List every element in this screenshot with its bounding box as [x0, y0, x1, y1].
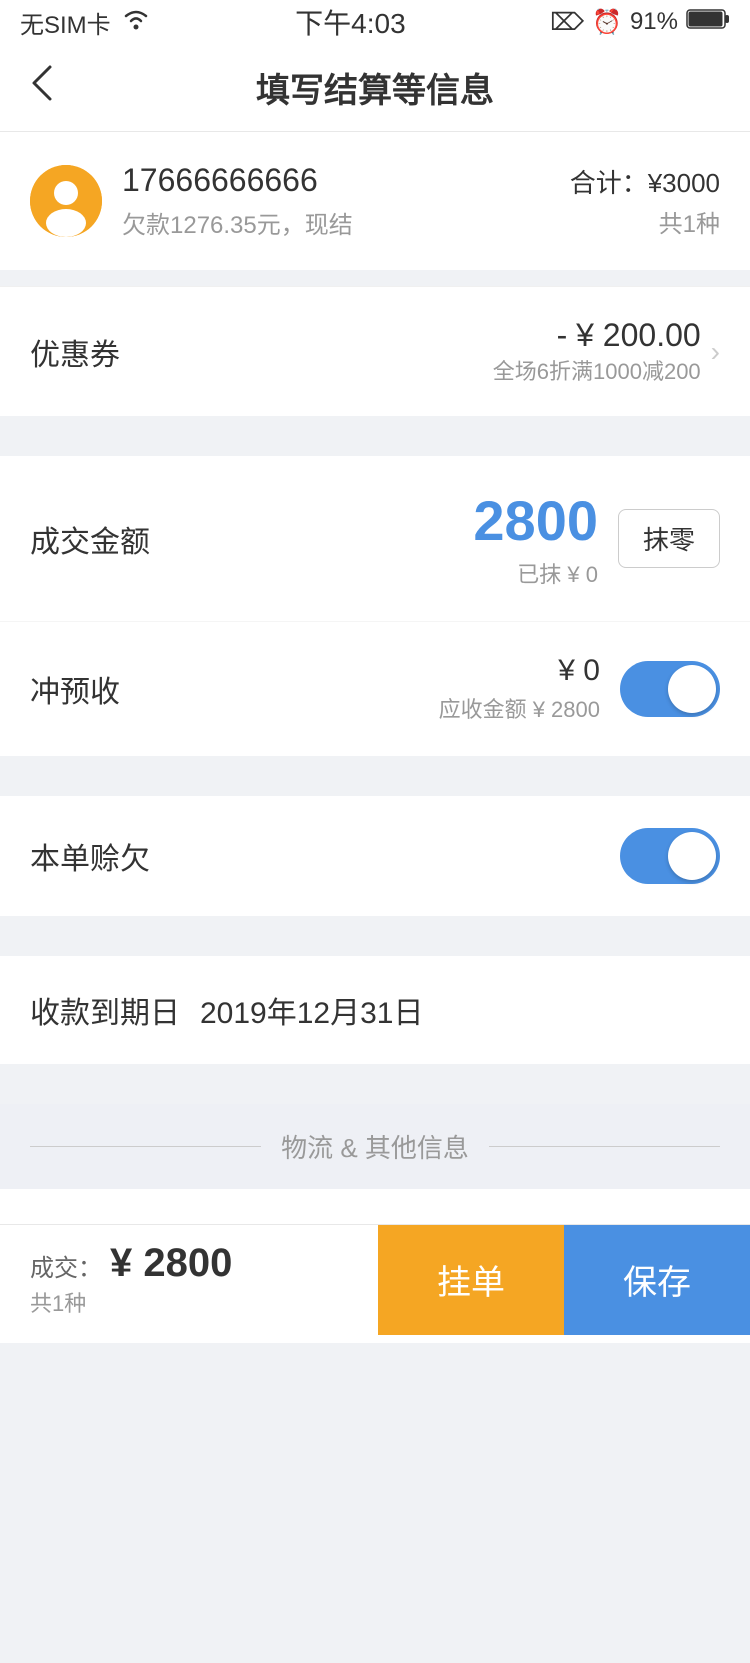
deal-amount-sub: 已抹 ¥ 0	[473, 557, 598, 589]
separator-1	[0, 436, 750, 456]
header-line-right	[489, 1146, 720, 1147]
coupon-label: 优惠券	[30, 330, 120, 374]
user-phone: 17666666666	[122, 162, 353, 199]
debt-row: 本单赊欠	[0, 796, 750, 916]
bottom-bar: 成交： ¥ 2800 共1种 挂单 保存	[0, 1224, 750, 1334]
bottom-summary-row: 成交： ¥ 2800	[30, 1241, 348, 1286]
user-card-right: 合计：¥3000 共1种	[570, 163, 720, 239]
prepay-row: 冲预收 ¥ 0 应收金额 ¥ 2800	[0, 622, 750, 756]
debt-value	[620, 828, 720, 884]
save-button[interactable]: 保存	[564, 1225, 750, 1335]
debt-toggle[interactable]	[620, 828, 720, 884]
prepay-amount-block: ¥ 0 应收金额 ¥ 2800	[439, 654, 600, 724]
amount-block: 2800 已抹 ¥ 0	[473, 488, 598, 589]
page-title: 填写结算等信息	[256, 63, 494, 112]
separator-2	[0, 776, 750, 796]
round-zero-button[interactable]: 抹零	[618, 509, 720, 568]
location-icon: ⌦	[550, 8, 584, 37]
deal-amount-value: 2800 已抹 ¥ 0 抹零	[473, 488, 720, 589]
content: 17666666666 欠款1276.35元，现结 合计：¥3000 共1种 优…	[0, 132, 750, 1663]
sim-status: 无SIM卡	[20, 5, 111, 40]
battery-icon	[686, 8, 730, 37]
status-bar-time: 下午4:03	[295, 2, 406, 42]
total-count: 共1种	[570, 204, 720, 239]
deal-amount-row: 成交金额 2800 已抹 ¥ 0 抹零	[0, 456, 750, 622]
due-date-value: 2019年12月31日	[200, 988, 423, 1032]
status-bar: 无SIM卡 下午4:03 ⌦ ⏰ 91%	[0, 0, 750, 44]
bottom-summary: 成交： ¥ 2800 共1种	[0, 1241, 378, 1318]
deal-amount-label: 成交金额	[30, 517, 150, 561]
chevron-right-icon: ›	[711, 336, 720, 368]
empty-area	[0, 1343, 750, 1543]
prepay-sub: 应收金额 ¥ 2800	[439, 692, 600, 724]
bottom-summary-label: 成交：	[30, 1248, 102, 1283]
header-line-left	[30, 1146, 261, 1147]
prepay-value: ¥ 0 应收金额 ¥ 2800	[439, 654, 720, 724]
user-card-left: 17666666666 欠款1276.35元，现结	[30, 162, 353, 240]
coupon-row[interactable]: 优惠券 - ¥ 200.00 全场6折满1000减200 ›	[0, 286, 750, 416]
user-card: 17666666666 欠款1276.35元，现结 合计：¥3000 共1种	[0, 132, 750, 270]
due-date-row: 收款到期日 2019年12月31日	[0, 956, 750, 1064]
separator-4	[0, 1084, 750, 1104]
coupon-desc: 全场6折满1000减200	[493, 354, 701, 386]
status-bar-right: ⌦ ⏰ 91%	[550, 8, 730, 37]
deal-amount-number: 2800	[473, 488, 598, 553]
nav-bar: 填写结算等信息	[0, 44, 750, 132]
avatar	[30, 165, 102, 237]
deal-amount-section: 成交金额 2800 已抹 ¥ 0 抹零 冲预收 ¥ 0 应收金额 ¥ 2800	[0, 456, 750, 756]
prepay-amount: ¥ 0	[439, 654, 600, 688]
coupon-amount: - ¥ 200.00	[493, 317, 701, 354]
total-label: 合计：¥3000	[570, 163, 720, 200]
coupon-value-block: - ¥ 200.00 全场6折满1000减200	[493, 317, 701, 386]
alarm-icon: ⏰	[592, 8, 622, 37]
debt-label: 本单赊欠	[30, 834, 150, 878]
prepay-label: 冲预收	[30, 667, 120, 711]
logistics-header-text: 物流 & 其他信息	[281, 1128, 469, 1165]
bottom-summary-count: 共1种	[30, 1286, 348, 1318]
bottom-summary-amount: ¥ 2800	[110, 1241, 232, 1286]
user-info: 17666666666 欠款1276.35元，现结	[122, 162, 353, 240]
logistics-header: 物流 & 其他信息	[0, 1104, 750, 1189]
battery-percent: 91%	[630, 8, 678, 36]
hang-button[interactable]: 挂单	[378, 1225, 564, 1335]
wifi-icon	[121, 8, 151, 37]
user-subtext: 欠款1276.35元，现结	[122, 205, 353, 240]
back-button[interactable]	[30, 63, 54, 112]
coupon-right: - ¥ 200.00 全场6折满1000减200 ›	[493, 317, 720, 386]
status-bar-left: 无SIM卡	[20, 5, 151, 40]
due-date-label: 收款到期日	[30, 988, 180, 1032]
debt-section: 本单赊欠	[0, 796, 750, 916]
prepay-toggle[interactable]	[620, 661, 720, 717]
separator-3	[0, 936, 750, 956]
